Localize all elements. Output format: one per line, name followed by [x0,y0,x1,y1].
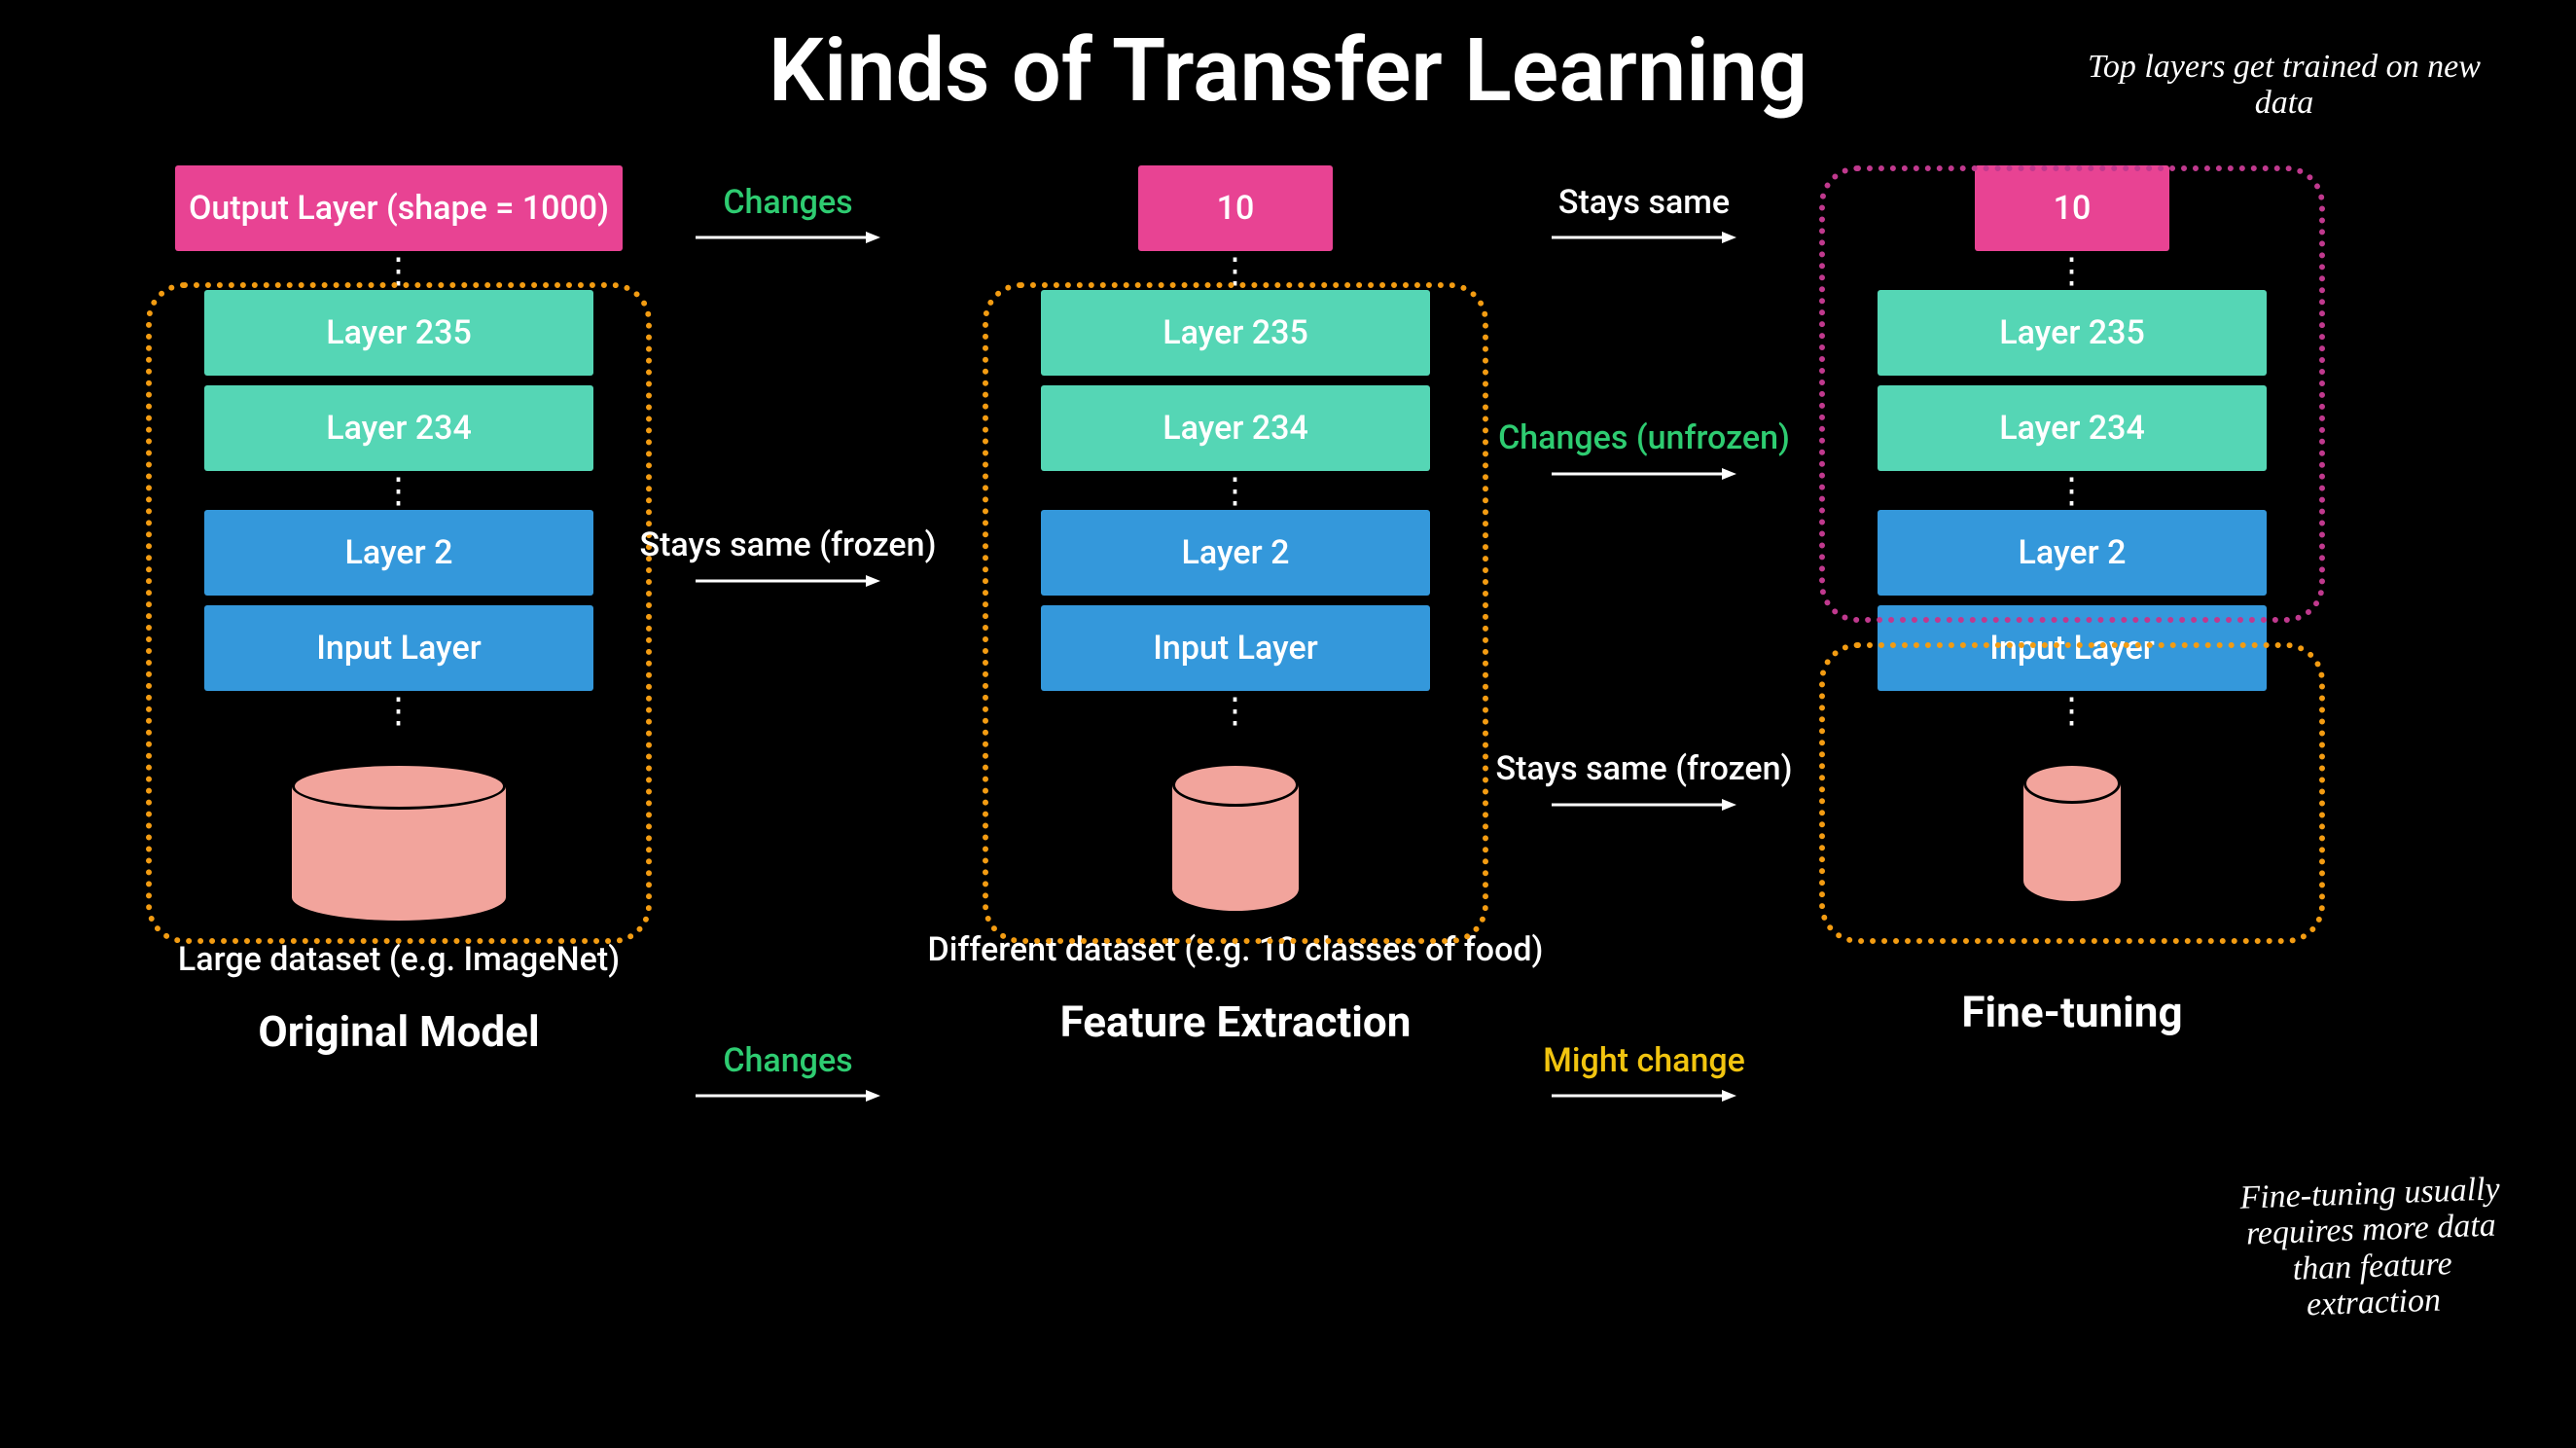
layer-234: Layer 234 [204,385,593,471]
transition-output-changes: Changes [632,183,944,247]
column-title-original: Original Model [258,1006,539,1057]
column-feature-extraction: 10 ⋮ Layer 235 Layer 234 ⋮ Layer 2 Input… [944,165,1527,1047]
page-title: Kinds of Transfer Learning [769,19,1807,122]
transition-body-frozen: Stays same (frozen) [632,525,944,591]
layer-234: Layer 234 [1878,385,2267,471]
vdots-icon: ⋮ [2055,479,2091,502]
output-layer-original: Output Layer (shape = 1000) [175,165,623,251]
arrow-right-icon [696,571,880,591]
layer-234: Layer 234 [1041,385,1430,471]
layer-235: Layer 235 [1878,290,2267,376]
dataset-cylinder-small [2023,765,2121,901]
column-original-model: Output Layer (shape = 1000) ⋮ Layer 235 … [107,165,691,1057]
vdots-icon: ⋮ [2055,699,2091,722]
layer-2: Layer 2 [1878,510,2267,596]
input-layer: Input Layer [1041,605,1430,691]
arrow-right-icon [696,228,880,247]
arrow-right-icon [1552,228,1736,247]
vdots-icon: ⋮ [381,479,417,502]
vdots-icon: ⋮ [1218,479,1254,502]
arrow-right-icon [696,1086,880,1105]
vdots-icon: ⋮ [1218,259,1254,282]
input-layer: Input Layer [1878,605,2267,691]
column-fine-tuning: 10 ⋮ Layer 235 Layer 234 ⋮ Layer 2 Input… [1780,165,2364,1037]
output-layer-finetune: 10 [1975,165,2169,251]
vdots-icon: ⋮ [1218,699,1254,722]
transition-bottom-frozen: Stays same (frozen) [1488,749,1800,814]
annotation-more-data: Fine-tuning usually requires more data t… [2223,1171,2520,1326]
arrow-right-icon [1552,795,1736,814]
layer-2: Layer 2 [1041,510,1430,596]
layer-2: Layer 2 [204,510,593,596]
input-layer: Input Layer [204,605,593,691]
layer-235: Layer 235 [1041,290,1430,376]
annotation-top-layers: Top layers get trained on new data [2080,49,2488,122]
vdots-icon: ⋮ [381,699,417,722]
output-layer-feature: 10 [1138,165,1333,251]
dataset-label-feature: Different dataset (e.g. 10 classes of fo… [885,930,1586,969]
layer-235: Layer 235 [204,290,593,376]
vdots-icon: ⋮ [381,259,417,282]
transition-data-might-change: Might change [1488,1041,1800,1105]
dataset-cylinder-medium [1172,765,1299,911]
column-title-finetune: Fine-tuning [1961,987,2182,1037]
transition-output-stays: Stays same [1488,183,1800,247]
arrow-right-icon [1552,1086,1736,1105]
dataset-cylinder-large [292,765,506,921]
vdots-icon: ⋮ [2055,259,2091,282]
column-title-feature: Feature Extraction [1060,996,1412,1047]
transition-top-unfrozen: Changes (unfrozen) [1488,418,1800,484]
transition-data-changes: Changes [632,1041,944,1105]
arrow-right-icon [1552,464,1736,484]
dataset-label-finetune [2068,921,2076,959]
dataset-label-original: Large dataset (e.g. ImageNet) [178,940,620,979]
